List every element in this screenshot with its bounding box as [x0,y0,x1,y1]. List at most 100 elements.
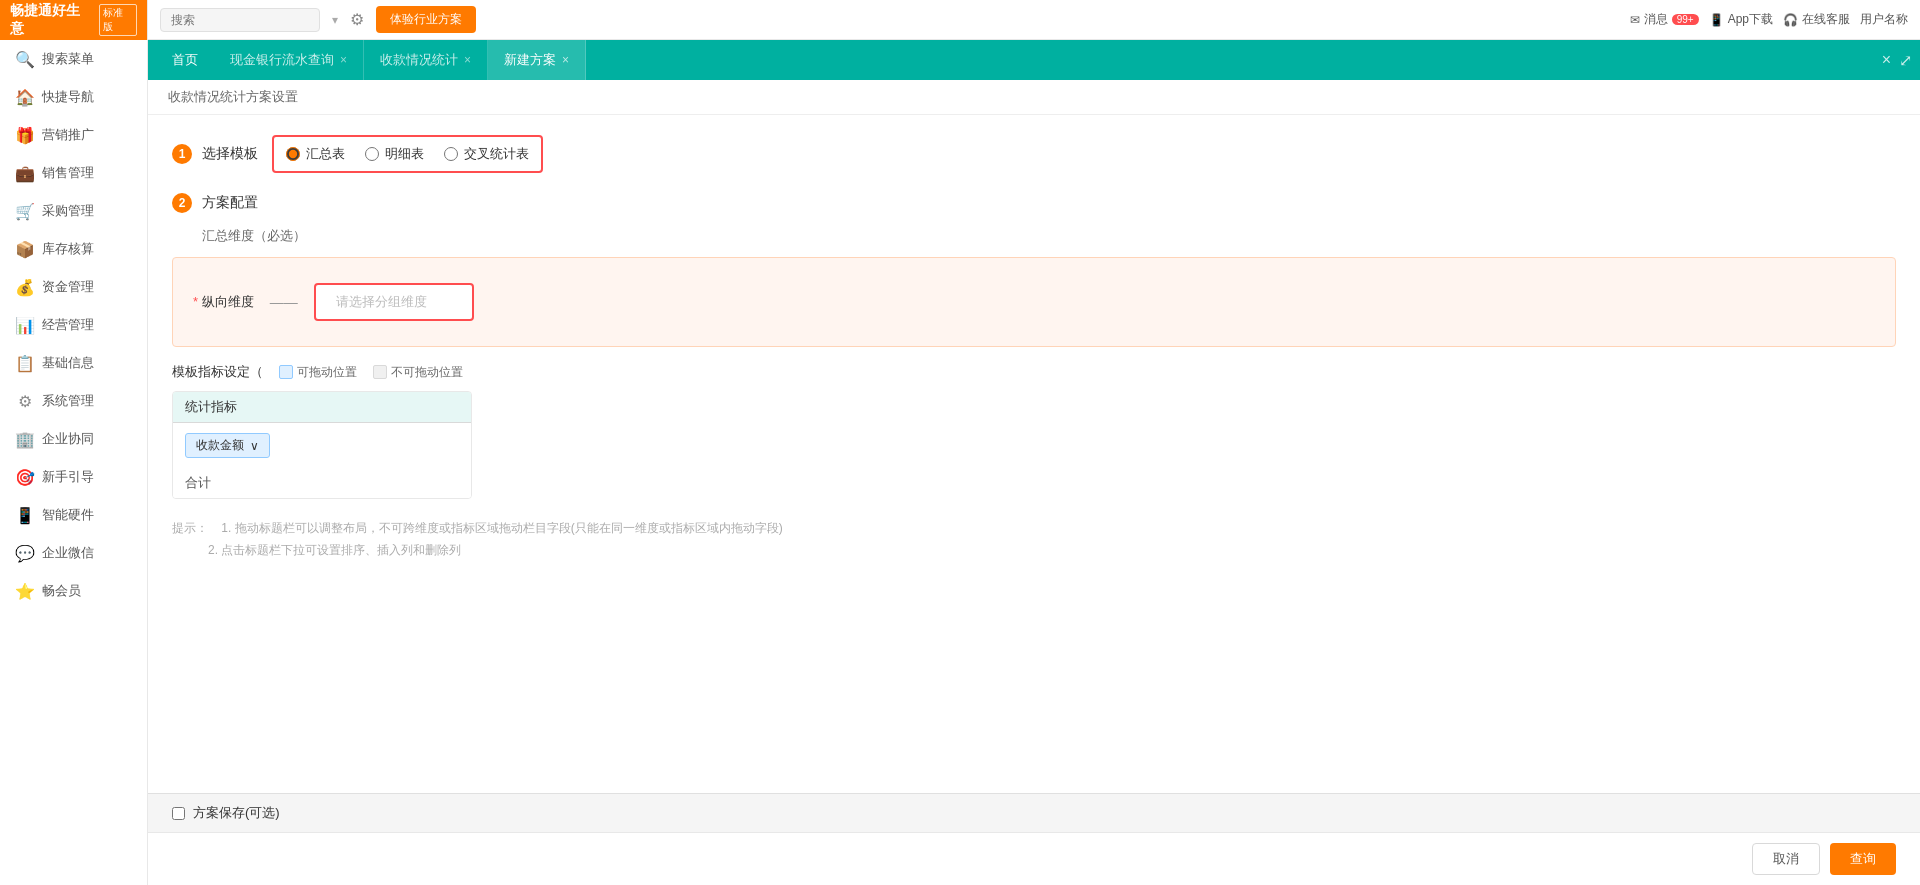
template-summary[interactable]: 汇总表 [286,145,345,163]
purchase-icon: 🛒 [16,202,34,220]
basic-info-icon: 📋 [16,354,34,372]
step2-section: 2 方案配置 汇总维度（必选） * 纵向维度 —— 请选择分组维度 [172,193,1896,561]
main-area: ▾ ⚙ 体验行业方案 ✉ 消息 99+ 📱 App下载 🎧 在线客服 用户名称 … [148,0,1920,885]
settings-icon[interactable]: ⚙ [350,10,364,29]
operations-icon: 📊 [16,316,34,334]
sidebar-item-system[interactable]: ⚙ 系统管理 [0,382,147,420]
service-icon: 🎧 [1783,13,1798,27]
sidebar-item-label: 采购管理 [42,202,94,220]
system-icon: ⚙ [16,392,34,410]
search-input[interactable] [160,8,320,32]
group-dimension-select[interactable]: 请选择分组维度 [314,283,474,321]
service-btn[interactable]: 🎧 在线客服 [1783,11,1850,28]
sidebar-item-quick-nav[interactable]: 🏠 快捷导航 [0,78,147,116]
close-all-btn[interactable]: × [1882,51,1891,69]
sidebar-item-label: 基础信息 [42,354,94,372]
sidebar-item-enterprise[interactable]: 🏢 企业协同 [0,420,147,458]
legend-draggable: 可拖动位置 [279,364,357,381]
sidebar-item-label: 搜索菜单 [42,50,94,68]
sidebar-item-label: 畅会员 [42,582,81,600]
tab-close-icon[interactable]: × [464,53,471,67]
sidebar-item-label: 营销推广 [42,126,94,144]
service-label: 在线客服 [1802,11,1850,28]
legend-fixed-label: 不可拖动位置 [391,364,463,381]
query-button[interactable]: 查询 [1830,843,1896,875]
tab-receipt-stats[interactable]: 收款情况统计 × [364,40,488,80]
sidebar-item-member[interactable]: ⭐ 畅会员 [0,572,147,610]
sidebar-item-label: 企业协同 [42,430,94,448]
chip-arrow-icon: ∨ [250,439,259,453]
member-icon: ⭐ [16,582,34,600]
content-area: 收款情况统计方案设置 1 选择模板 汇总表 明细表 [148,80,1920,885]
step1-title: 选择模板 [202,145,258,163]
template-detail-radio[interactable] [365,147,379,161]
step2-title: 方案配置 [202,194,258,212]
tip-title-text: 提示： [172,521,218,535]
bottom-actions: 取消 查询 [148,832,1920,885]
tab-label: 新建方案 [504,51,556,69]
sidebar-item-label: 销售管理 [42,164,94,182]
sidebar-item-marketing[interactable]: 🎁 营销推广 [0,116,147,154]
topbar-actions: ✉ 消息 99+ 📱 App下载 🎧 在线客服 用户名称 [1630,11,1908,28]
search-dropdown-icon[interactable]: ▾ [332,13,338,27]
user-label: 用户名称 [1860,11,1908,28]
tab-close-icon[interactable]: × [562,53,569,67]
page-title: 收款情况统计方案设置 [148,80,1920,115]
arrow-icon: —— [270,294,298,310]
template-summary-label: 汇总表 [306,145,345,163]
step1-number: 1 [172,144,192,164]
sidebar-item-label: 经营管理 [42,316,94,334]
sidebar: 畅捷通好生意 标准版 🔍 搜索菜单 🏠 快捷导航 🎁 营销推广 💼 销售管理 🛒… [0,0,148,885]
step1-header: 1 选择模板 汇总表 明细表 交叉统计表 [172,135,1896,173]
tab-label: 现金银行流水查询 [230,51,334,69]
save-plan-checkbox[interactable] [172,807,185,820]
tab-home[interactable]: 首页 [156,51,214,69]
template-cross[interactable]: 交叉统计表 [444,145,529,163]
sidebar-item-basic-info[interactable]: 📋 基础信息 [0,344,147,382]
user-name[interactable]: 用户名称 [1860,11,1908,28]
tab-cash-flow[interactable]: 现金银行流水查询 × [214,40,364,80]
sidebar-item-search-menu[interactable]: 🔍 搜索菜单 [0,40,147,78]
step2-header: 2 方案配置 [172,193,1896,213]
sidebar-item-operations[interactable]: 📊 经营管理 [0,306,147,344]
template-cross-radio[interactable] [444,147,458,161]
legend-box-gray [373,365,387,379]
sidebar-item-inventory[interactable]: 📦 库存核算 [0,230,147,268]
vertical-dimension-label: * 纵向维度 [193,293,254,311]
template-detail[interactable]: 明细表 [365,145,424,163]
tip-item-1: 1. 拖动标题栏可以调整布局，不可跨维度或指标区域拖动栏目字段(只能在同一维度或… [221,521,782,535]
tab-close-icon[interactable]: × [340,53,347,67]
tips-section: 提示： 1. 拖动标题栏可以调整布局，不可跨维度或指标区域拖动栏目字段(只能在同… [172,518,1896,561]
search-menu-icon: 🔍 [16,50,34,68]
sidebar-item-smart-hw[interactable]: 📱 智能硬件 [0,496,147,534]
tabbar-right: × ⤢ [1882,51,1912,70]
industry-btn[interactable]: 体验行业方案 [376,6,476,33]
sidebar-item-newbie[interactable]: 🎯 新手引导 [0,458,147,496]
sidebar-item-finance[interactable]: 💰 资金管理 [0,268,147,306]
indicator-section: 模板指标设定（ 可拖动位置 不可拖动位置 [172,363,1896,502]
expand-btn[interactable]: ⤢ [1899,51,1912,70]
cancel-button[interactable]: 取消 [1752,843,1820,875]
app-download-btn[interactable]: 📱 App下载 [1709,11,1773,28]
sidebar-item-label: 快捷导航 [42,88,94,106]
tip-title: 提示： 1. 拖动标题栏可以调整布局，不可跨维度或指标区域拖动栏目字段(只能在同… [172,518,1896,540]
sidebar-item-label: 库存核算 [42,240,94,258]
sidebar-item-sales[interactable]: 💼 销售管理 [0,154,147,192]
tabbar: 首页 现金银行流水查询 × 收款情况统计 × 新建方案 × × ⤢ [148,40,1920,80]
config-grid: * 纵向维度 —— 请选择分组维度 [172,257,1896,347]
config-row: * 纵向维度 —— 请选择分组维度 [193,283,474,321]
template-summary-radio[interactable] [286,147,300,161]
receipt-amount-chip[interactable]: 收款金额 ∨ [185,433,270,458]
vertical-label-text: 纵向维度 [202,294,254,309]
sidebar-item-label: 系统管理 [42,392,94,410]
tab-new-plan[interactable]: 新建方案 × [488,40,586,80]
download-icon: 📱 [1709,13,1724,27]
sidebar-item-purchase[interactable]: 🛒 采购管理 [0,192,147,230]
message-btn[interactable]: ✉ 消息 99+ [1630,11,1699,28]
sidebar-item-wechat[interactable]: 💬 企业微信 [0,534,147,572]
indicator-table: 统计指标 收款金额 ∨ 合计 [172,391,472,499]
dimension-label: 汇总维度（必选） [172,227,1896,245]
wechat-icon: 💬 [16,544,34,562]
legend-fixed: 不可拖动位置 [373,364,463,381]
template-cross-label: 交叉统计表 [464,145,529,163]
